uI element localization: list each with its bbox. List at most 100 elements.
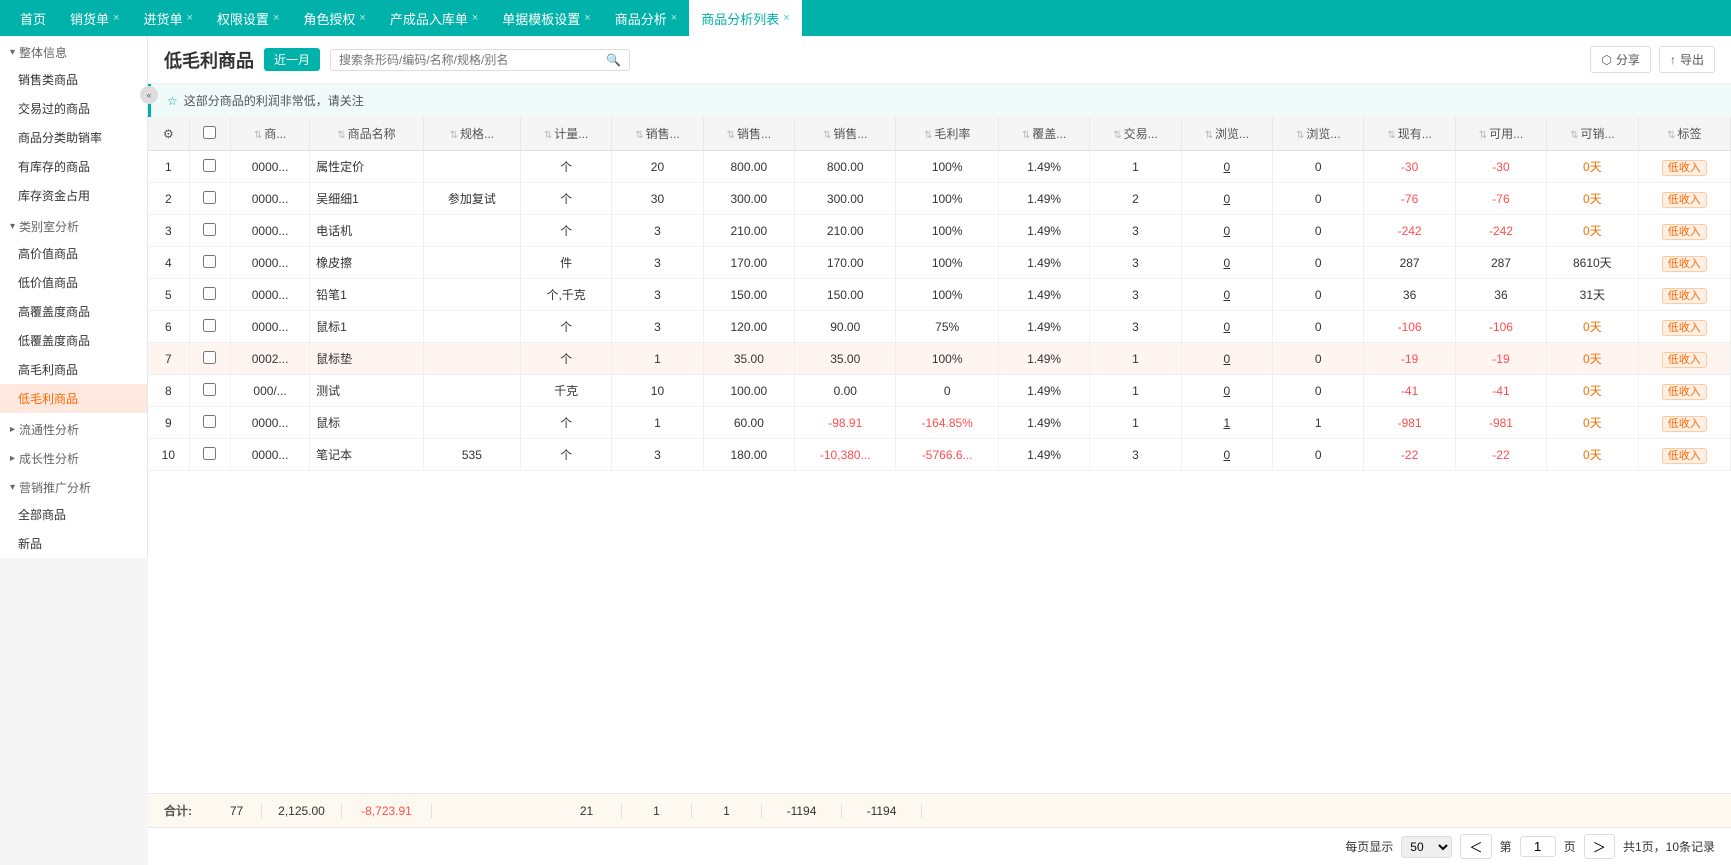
- search-input[interactable]: [339, 53, 606, 67]
- next-page-button[interactable]: ＞: [1584, 834, 1615, 859]
- row-available: -19: [1455, 343, 1546, 375]
- prev-page-button[interactable]: ＜: [1460, 834, 1491, 859]
- sidebar-item-全部商品[interactable]: 全部商品: [0, 500, 147, 529]
- views1-link[interactable]: 0: [1224, 320, 1231, 334]
- row-checkbox[interactable]: [203, 415, 216, 428]
- row-sales-profit: 35.00: [795, 343, 896, 375]
- nav-close-icon[interactable]: ×: [186, 12, 192, 24]
- row-checkbox[interactable]: [203, 223, 216, 236]
- sidebar-item-高价值商品[interactable]: 高价值商品: [0, 239, 147, 268]
- row-views1: 0: [1181, 247, 1272, 279]
- data-table: ⚙⇅商...⇅商品名称⇅规格...⇅计量...⇅销售...⇅销售...⇅销售..…: [148, 117, 1731, 471]
- views1-link[interactable]: 0: [1224, 256, 1231, 270]
- col-header-coverage[interactable]: ⇅覆盖...: [998, 117, 1089, 151]
- views1-link[interactable]: 0: [1224, 288, 1231, 302]
- sidebar-item-库存资金占用[interactable]: 库存资金占用: [0, 181, 147, 210]
- nav-item-进货单[interactable]: 进货单×: [131, 0, 204, 36]
- sidebar-group-成长性分析[interactable]: ▸成长性分析: [0, 442, 147, 471]
- row-sales-count: 1: [612, 407, 703, 439]
- row-checkbox[interactable]: [203, 159, 216, 172]
- tag-badge: 低收入: [1662, 384, 1707, 400]
- sidebar-item-高覆盖度商品[interactable]: 高覆盖度商品: [0, 297, 147, 326]
- col-header-sellable[interactable]: ⇅可销...: [1547, 117, 1638, 151]
- row-available: -981: [1455, 407, 1546, 439]
- row-sales-profit: 800.00: [795, 151, 896, 183]
- sidebar-group-流通性分析[interactable]: ▸流通性分析: [0, 413, 147, 442]
- col-header-code[interactable]: ⇅商...: [231, 117, 310, 151]
- sidebar-item-高毛利商品[interactable]: 高毛利商品: [0, 355, 147, 384]
- sidebar-item-低毛利商品[interactable]: 低毛利商品: [0, 384, 147, 413]
- views1-link[interactable]: 0: [1224, 352, 1231, 366]
- nav-close-icon[interactable]: ×: [783, 12, 789, 24]
- views1-link[interactable]: 1: [1224, 416, 1231, 430]
- row-checkbox[interactable]: [203, 351, 216, 364]
- row-number: 7: [148, 343, 189, 375]
- col-header-transaction[interactable]: ⇅交易...: [1090, 117, 1181, 151]
- sidebar-item-商品分类助销率[interactable]: 商品分类助销率: [0, 123, 147, 152]
- row-checkbox[interactable]: [203, 287, 216, 300]
- nav-item-首页[interactable]: 首页: [8, 0, 58, 36]
- col-header-name[interactable]: ⇅商品名称: [310, 117, 424, 151]
- footer-transaction: 21: [552, 804, 622, 818]
- col-header-gross_margin[interactable]: ⇅毛利率: [896, 117, 998, 151]
- nav-item-角色授权[interactable]: 角色授权×: [291, 0, 377, 36]
- row-checkbox[interactable]: [203, 383, 216, 396]
- share-button[interactable]: ⬡ 分享: [1590, 46, 1651, 73]
- nav-close-icon[interactable]: ×: [113, 12, 119, 24]
- nav-item-商品分析列表[interactable]: 商品分析列表×: [689, 0, 801, 36]
- views1-link[interactable]: 0: [1224, 192, 1231, 206]
- per-page-select[interactable]: 50 100: [1401, 836, 1452, 858]
- nav-item-单据模板设置[interactable]: 单据模板设置×: [490, 0, 602, 36]
- sidebar-group-类别室分析[interactable]: ▾类别室分析: [0, 210, 147, 239]
- row-sales-count: 3: [612, 279, 703, 311]
- row-checkbox[interactable]: [203, 255, 216, 268]
- col-header-sales_profit[interactable]: ⇅销售...: [795, 117, 896, 151]
- row-transaction: 3: [1090, 279, 1181, 311]
- row-checkbox[interactable]: [203, 447, 216, 460]
- nav-item-产成品入库单[interactable]: 产成品入库单×: [378, 0, 490, 36]
- export-button[interactable]: ↑ 导出: [1659, 46, 1715, 73]
- row-transaction: 1: [1090, 151, 1181, 183]
- col-header-unit[interactable]: ⇅计量...: [520, 117, 611, 151]
- nav-close-icon[interactable]: ×: [671, 12, 677, 24]
- page-number-input[interactable]: [1520, 836, 1556, 857]
- col-header-tag[interactable]: ⇅标签: [1638, 117, 1730, 151]
- views1-link[interactable]: 0: [1224, 224, 1231, 238]
- views1-link[interactable]: 0: [1224, 448, 1231, 462]
- row-checkbox[interactable]: [203, 319, 216, 332]
- row-checkbox[interactable]: [203, 191, 216, 204]
- sidebar-group-营销推广分析[interactable]: ▾营销推广分析: [0, 471, 147, 500]
- row-gross-margin: 0: [896, 375, 998, 407]
- col-header-available[interactable]: ⇅可用...: [1455, 117, 1546, 151]
- period-button[interactable]: 近一月: [264, 48, 320, 71]
- sidebar-item-销售类商品[interactable]: 销售类商品: [0, 65, 147, 94]
- sidebar-collapse-button[interactable]: «: [140, 86, 158, 104]
- nav-item-商品分析[interactable]: 商品分析×: [603, 0, 689, 36]
- sidebar-item-新品[interactable]: 新品: [0, 529, 147, 558]
- col-header-current_stock[interactable]: ⇅现有...: [1364, 117, 1455, 151]
- nav-close-icon[interactable]: ×: [359, 12, 365, 24]
- col-header-sales_count[interactable]: ⇅销售...: [612, 117, 703, 151]
- row-gross-margin: -164.85%: [896, 407, 998, 439]
- sidebar-item-低覆盖度商品[interactable]: 低覆盖度商品: [0, 326, 147, 355]
- select-all-checkbox[interactable]: [203, 126, 216, 139]
- sidebar-item-交易过的商品[interactable]: 交易过的商品: [0, 94, 147, 123]
- search-icon[interactable]: 🔍: [606, 53, 621, 67]
- sidebar-item-低价值商品[interactable]: 低价值商品: [0, 268, 147, 297]
- col-header-spec[interactable]: ⇅规格...: [423, 117, 520, 151]
- row-code: 0002...: [231, 343, 310, 375]
- sidebar-item-有库存的商品[interactable]: 有库存的商品: [0, 152, 147, 181]
- views1-link[interactable]: 0: [1224, 384, 1231, 398]
- nav-item-权限设置[interactable]: 权限设置×: [205, 0, 291, 36]
- nav-close-icon[interactable]: ×: [273, 12, 279, 24]
- views1-link[interactable]: 0: [1224, 160, 1231, 174]
- nav-item-销货单[interactable]: 销货单×: [58, 0, 131, 36]
- row-tag: 低收入: [1638, 343, 1730, 375]
- nav-close-icon[interactable]: ×: [584, 12, 590, 24]
- col-header-views1[interactable]: ⇅浏览...: [1181, 117, 1272, 151]
- row-number: 2: [148, 183, 189, 215]
- sidebar-group-整体信息[interactable]: ▾整体信息: [0, 36, 147, 65]
- col-header-sales_amount[interactable]: ⇅销售...: [703, 117, 794, 151]
- col-header-views2[interactable]: ⇅浏览...: [1273, 117, 1364, 151]
- nav-close-icon[interactable]: ×: [472, 12, 478, 24]
